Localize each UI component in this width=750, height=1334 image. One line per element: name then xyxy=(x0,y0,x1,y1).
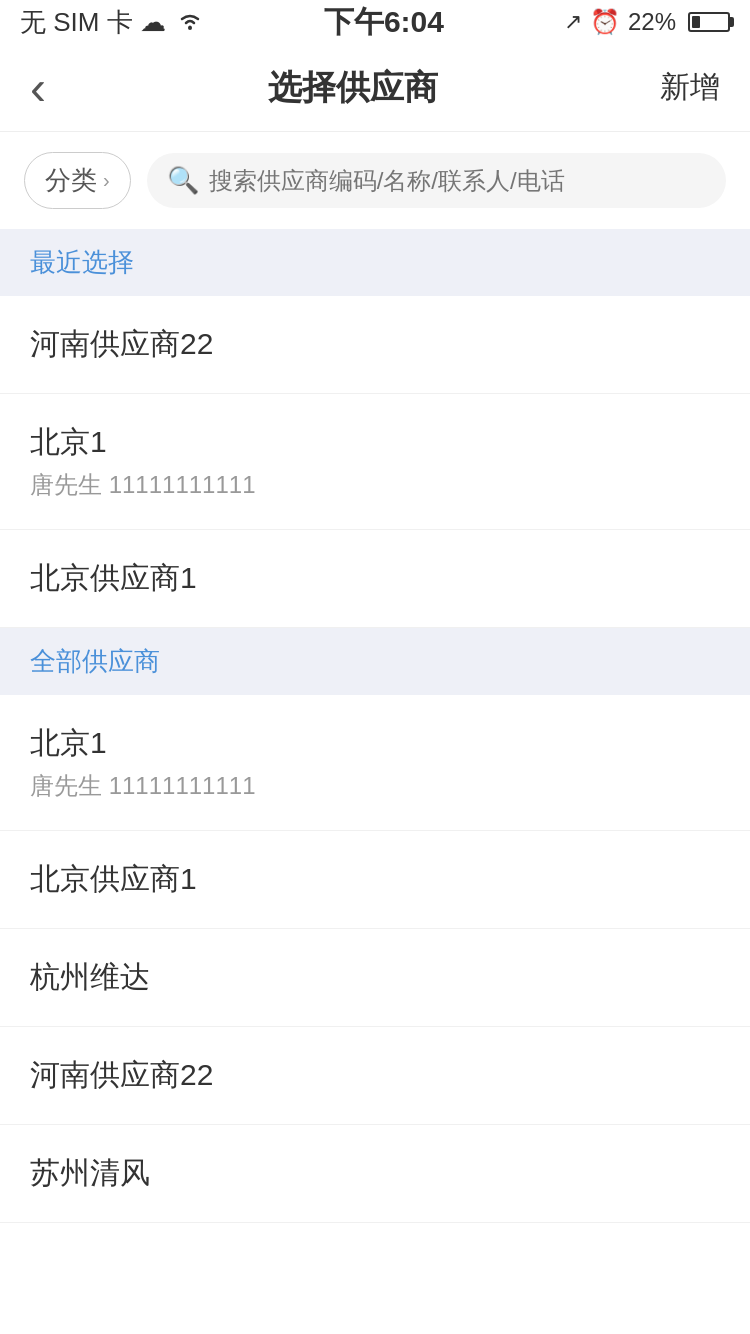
filter-bar: 分类 › 🔍 xyxy=(0,132,750,229)
all-list-item[interactable]: 北京供应商1 xyxy=(0,831,750,929)
category-button[interactable]: 分类 › xyxy=(24,152,131,209)
back-button[interactable]: ‹ xyxy=(20,50,56,125)
status-time: 下午6:04 xyxy=(324,2,444,43)
item-name: 北京1 xyxy=(30,723,720,764)
category-label: 分类 xyxy=(45,163,97,198)
chevron-right-icon: › xyxy=(103,169,110,192)
recent-list-item[interactable]: 北京1 唐先生 11111111111 xyxy=(0,394,750,530)
item-name: 苏州清风 xyxy=(30,1153,720,1194)
search-icon: 🔍 xyxy=(167,165,199,196)
item-name: 杭州维达 xyxy=(30,957,720,998)
item-name: 北京1 xyxy=(30,422,720,463)
nav-bar: ‹ 选择供应商 新增 xyxy=(0,44,750,132)
recent-list-item[interactable]: 北京供应商1 xyxy=(0,530,750,628)
item-name: 北京供应商1 xyxy=(30,859,720,900)
search-input[interactable] xyxy=(209,167,706,195)
item-name: 河南供应商22 xyxy=(30,1055,720,1096)
status-left: 无 SIM 卡 ☁ xyxy=(20,5,204,40)
add-button[interactable]: 新增 xyxy=(660,67,720,108)
svg-point-0 xyxy=(188,26,192,30)
all-list-item[interactable]: 苏州清风 xyxy=(0,1125,750,1223)
all-section-label: 全部供应商 xyxy=(30,646,160,676)
recent-section-header: 最近选择 xyxy=(0,229,750,296)
all-list: 北京1 唐先生 11111111111 北京供应商1 杭州维达河南供应商22 苏州清风 xyxy=(0,695,750,1223)
alarm-icon: ⏰ xyxy=(590,8,620,36)
status-bar: 无 SIM 卡 ☁ 下午6:04 ↗ ⏰ 22% xyxy=(0,0,750,44)
all-list-item[interactable]: 北京1 唐先生 11111111111 xyxy=(0,695,750,831)
item-name: 北京供应商1 xyxy=(30,558,720,599)
battery-percent: 22% xyxy=(628,8,676,36)
all-section-header: 全部供应商 xyxy=(0,628,750,695)
search-box[interactable]: 🔍 xyxy=(147,153,726,208)
item-name: 河南供应商22 xyxy=(30,324,720,365)
wifi-icon xyxy=(176,7,204,38)
battery-icon xyxy=(688,12,730,32)
item-contact: 唐先生 11111111111 xyxy=(30,469,720,501)
recent-list-item[interactable]: 河南供应商22 xyxy=(0,296,750,394)
all-list-item[interactable]: 杭州维达 xyxy=(0,929,750,1027)
location-icon: ↗ xyxy=(564,9,582,35)
page-title: 选择供应商 xyxy=(268,65,438,111)
all-list-item[interactable]: 河南供应商22 xyxy=(0,1027,750,1125)
recent-section-label: 最近选择 xyxy=(30,247,134,277)
sim-status: 无 SIM 卡 ☁ xyxy=(20,5,166,40)
item-contact: 唐先生 11111111111 xyxy=(30,770,720,802)
status-right: ↗ ⏰ 22% xyxy=(564,8,730,36)
recent-list: 河南供应商22 北京1 唐先生 11111111111 北京供应商1 xyxy=(0,296,750,628)
